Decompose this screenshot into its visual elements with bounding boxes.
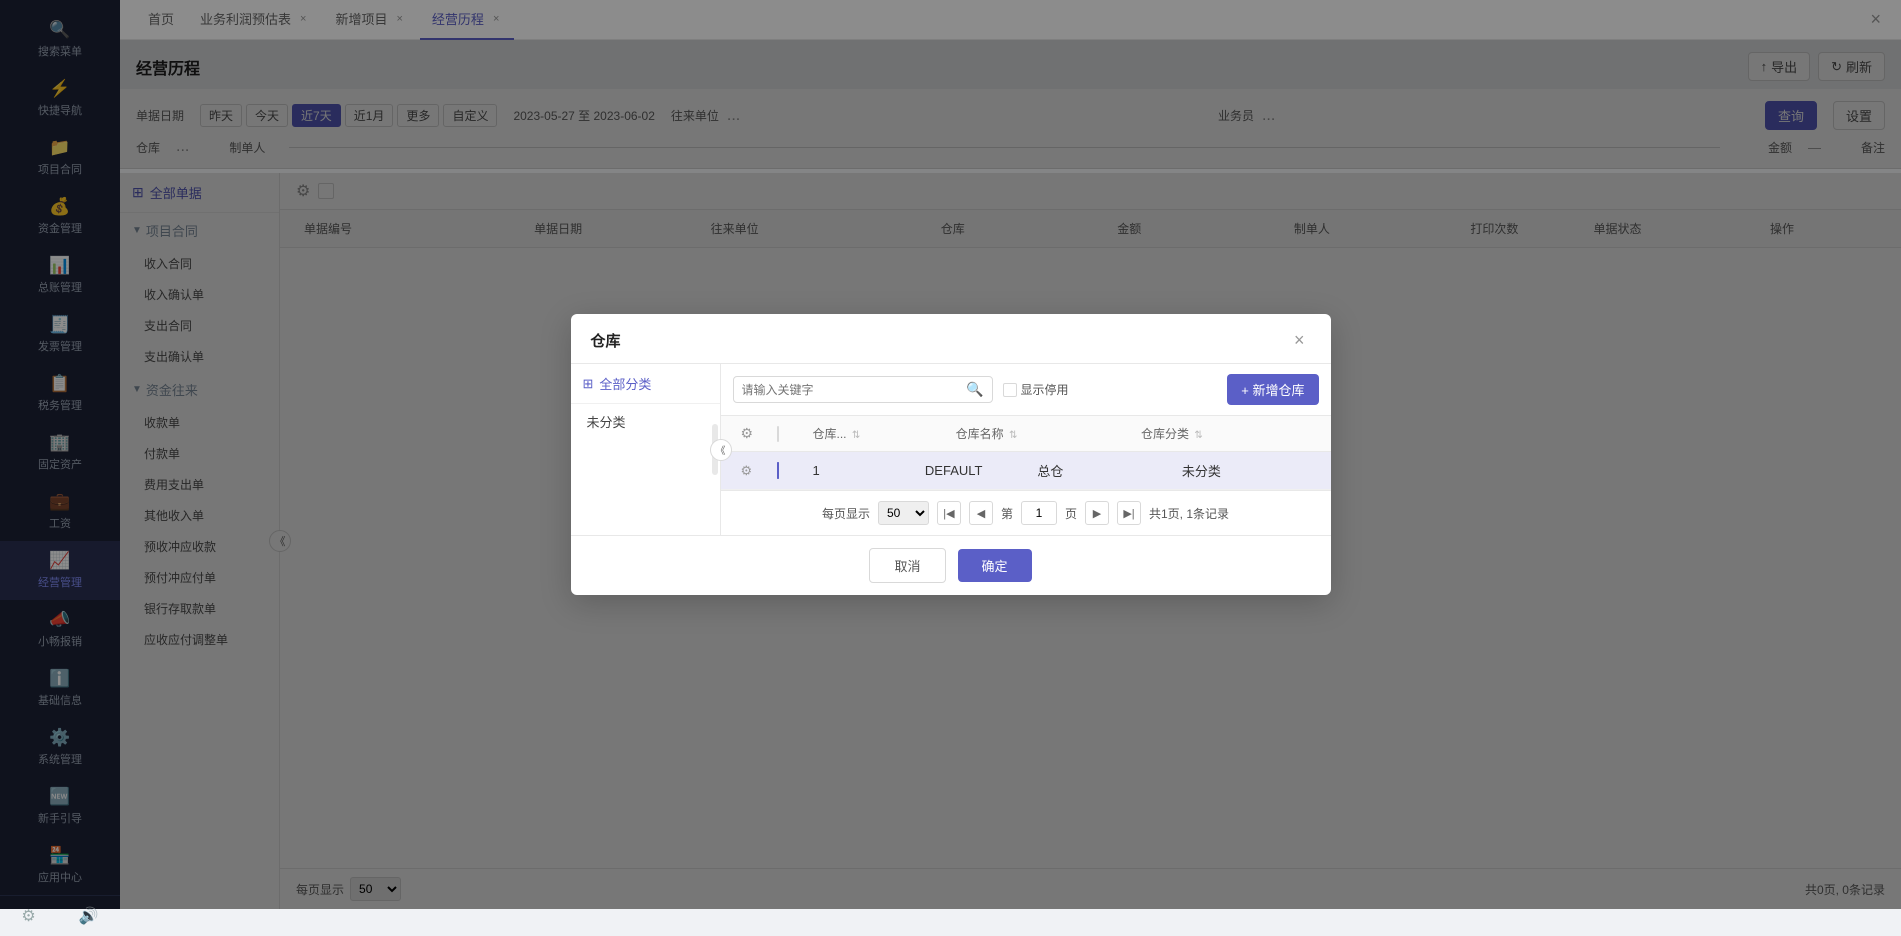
modal-all-category-label: 全部分类 (599, 374, 651, 393)
volume-icon[interactable]: 🔊 (79, 906, 99, 926)
modal-td-code-1: 1 (805, 454, 917, 487)
modal-close-btn[interactable]: × (1288, 328, 1311, 353)
modal-toolbar: 🔍 显示停用 + 新增仓库 (721, 364, 1331, 416)
sort-name-icon[interactable]: ⇅ (1009, 430, 1017, 441)
modal-header: 仓库 × (571, 314, 1331, 364)
sort-cat-icon[interactable]: ⇅ (1194, 430, 1202, 441)
modal-td-category-1: 未分类 (1174, 452, 1319, 489)
modal-body: ⊞ 全部分类 《 未分类 (571, 364, 1331, 535)
modal-search-icon[interactable]: 🔍 (966, 381, 983, 398)
modal-th-code: 仓库... ⇅ (805, 416, 948, 451)
add-warehouse-button[interactable]: + 新增仓库 (1227, 374, 1318, 405)
modal-page-size-label: 每页显示 (822, 505, 870, 522)
modal-prev-page-btn[interactable]: ◀ (969, 501, 993, 525)
show-disabled-checkbox[interactable] (1003, 383, 1017, 397)
modal-td-check-1 (769, 454, 805, 487)
modal-page-label-2: 页 (1065, 505, 1077, 522)
show-disabled-toggle: 显示停用 (1003, 381, 1069, 398)
modal-th-category: 仓库分类 ⇅ (1133, 416, 1318, 451)
grid2-icon: ⊞ (583, 376, 594, 392)
modal-th-settings: ⚙ (733, 416, 769, 451)
modal-table-header: ⚙ 仓库... ⇅ 仓库名称 ⇅ (721, 416, 1331, 452)
modal-page-label: 第 (1001, 505, 1013, 522)
modal-th-check (769, 418, 805, 450)
modal-left-scroll: 未分类 (571, 404, 720, 535)
modal-search-input[interactable] (742, 383, 963, 397)
settings2-icon[interactable]: ⚙ (741, 425, 754, 441)
modal-panel-collapse-btn[interactable]: 《 (710, 439, 732, 461)
modal-next-page-btn[interactable]: ▶ (1085, 501, 1109, 525)
modal-th-name: 仓库名称 ⇅ (948, 416, 1133, 451)
modal-all-category-btn[interactable]: ⊞ 全部分类 (571, 364, 720, 404)
modal-table-row-1[interactable]: ⚙ 1 DEFAULT 总仓 (721, 452, 1331, 490)
modal-td-default-code: DEFAULT (917, 454, 1029, 487)
modal-total-text: 共1页, 1条记录 (1149, 505, 1229, 522)
modal-td-name-1: 总仓 (1029, 452, 1174, 489)
modal-checkbox-all[interactable] (777, 426, 779, 442)
modal-td-settings-1: ⚙ (733, 454, 769, 488)
warehouse-modal: 仓库 × ⊞ 全部分类 《 未分类 (571, 314, 1331, 595)
modal-search-wrap: 🔍 (733, 376, 993, 403)
show-disabled-label: 显示停用 (1021, 381, 1069, 398)
modal-category-item-unclassified[interactable]: 未分类 (571, 404, 720, 439)
modal-pagination: 每页显示 50 100 |◀ ◀ 第 页 ▶ ▶| 共1页, 1条记录 (721, 490, 1331, 535)
modal-confirm-button[interactable]: 确定 (958, 549, 1032, 582)
modal-page-size-select[interactable]: 50 100 (878, 501, 929, 525)
modal-row-checkbox-1[interactable] (777, 462, 779, 479)
modal-cancel-button[interactable]: 取消 (869, 548, 945, 583)
modal-table: ⚙ 仓库... ⇅ 仓库名称 ⇅ (721, 416, 1331, 490)
modal-left-panel: ⊞ 全部分类 《 未分类 (571, 364, 721, 535)
sort-code-icon[interactable]: ⇅ (852, 430, 860, 441)
modal-last-page-btn[interactable]: ▶| (1117, 501, 1141, 525)
modal-footer-actions: 取消 确定 (571, 535, 1331, 595)
modal-overlay: 仓库 × ⊞ 全部分类 《 未分类 (0, 0, 1901, 909)
settings-bottom-icon[interactable]: ⚙ (21, 906, 35, 926)
modal-right-panel: 🔍 显示停用 + 新增仓库 ⚙ (721, 364, 1331, 535)
modal-title: 仓库 (591, 330, 621, 351)
modal-first-page-btn[interactable]: |◀ (937, 501, 961, 525)
modal-page-input[interactable] (1021, 501, 1057, 525)
row-settings-icon: ⚙ (741, 463, 753, 478)
